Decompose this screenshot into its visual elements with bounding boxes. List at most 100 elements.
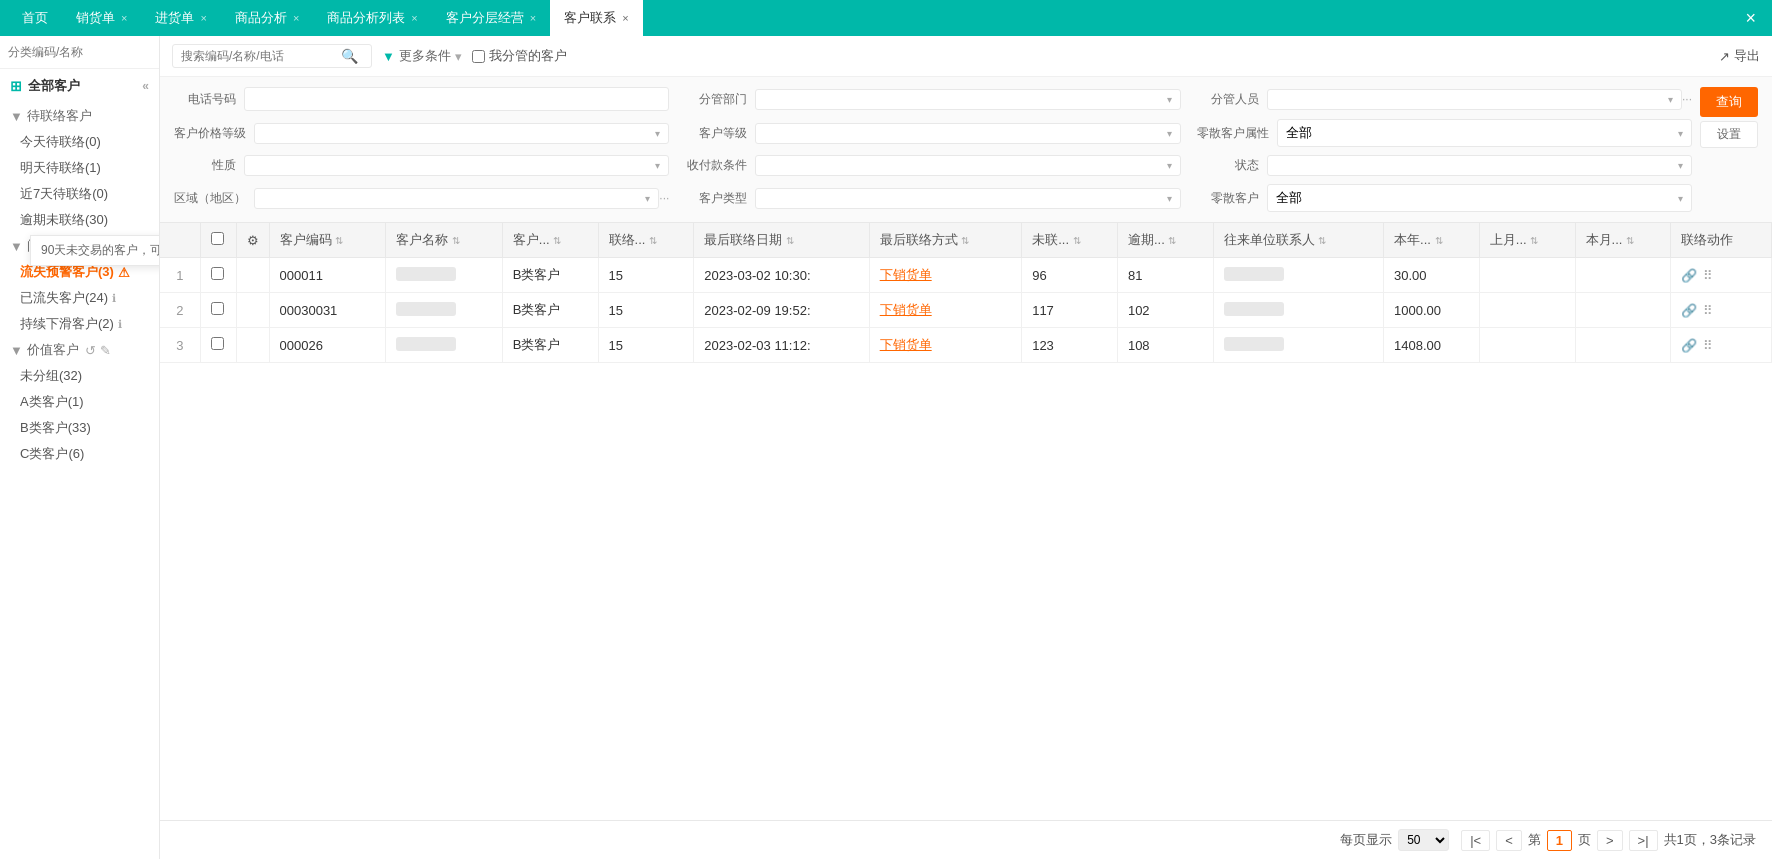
nav-item-analysis-list[interactable]: 商品分析列表 × (313, 0, 431, 36)
close-icon[interactable]: × (530, 12, 536, 24)
row-settings-2[interactable] (236, 293, 269, 328)
filter-price-select[interactable]: ▾ (254, 123, 669, 144)
action-more-icon[interactable]: ⠿ (1703, 268, 1713, 283)
first-page-button[interactable]: |< (1461, 830, 1490, 851)
query-button[interactable]: 查询 (1700, 87, 1758, 117)
action-more-icon[interactable]: ⠿ (1703, 338, 1713, 353)
action-contact-icon[interactable]: 🔗 (1681, 338, 1697, 353)
last-page-button[interactable]: >| (1629, 830, 1658, 851)
filter-more-icon[interactable]: ··· (1682, 92, 1692, 106)
action-contact-icon[interactable]: 🔗 (1681, 268, 1697, 283)
select-all-checkbox[interactable] (211, 232, 224, 245)
row-select-checkbox[interactable] (211, 302, 224, 315)
nav-item-customer-tier[interactable]: 客户分层经营 × (432, 0, 550, 36)
edit-icon[interactable]: ✎ (100, 343, 111, 358)
sidebar-item-a-class[interactable]: A类客户(1) (0, 389, 159, 415)
row-last-date-2: 2023-02-09 19:52: (694, 293, 869, 328)
row-overdue-3: 108 (1117, 328, 1213, 363)
row-this-year-3: 1408.00 (1384, 328, 1480, 363)
filter-customer-type: 客户类型 ▾ (685, 188, 1180, 209)
filter-panel: 电话号码 分管部门 ▾ 分管人员 (160, 77, 1772, 223)
nav-item-analysis[interactable]: 商品分析 × (221, 0, 313, 36)
refresh-icon[interactable]: ↺ (85, 343, 96, 358)
filter-region-more[interactable]: ··· (659, 191, 669, 205)
sort-icon: ⇅ (1073, 235, 1081, 246)
all-customers-header[interactable]: ⊞ 全部客户 « (0, 69, 159, 103)
table-row: 2 00030031 B类客户 15 2023-02-09 19:52: 下销货… (160, 293, 1772, 328)
row-name-3 (386, 328, 503, 363)
filter-payment-select[interactable]: ▾ (755, 155, 1180, 176)
row-last-method-3[interactable]: 下销货单 (869, 328, 1021, 363)
more-conditions-button[interactable]: ▼ 更多条件 ▾ (382, 47, 462, 65)
sidebar-item-7days[interactable]: 近7天待联络(0) (0, 181, 159, 207)
table-settings-icon[interactable]: ⚙ (247, 233, 259, 248)
filter-phone-input[interactable] (244, 87, 669, 111)
nav-home[interactable]: 首页 (8, 0, 62, 36)
next-page-button[interactable]: > (1597, 830, 1623, 851)
sort-icon: ⇅ (1530, 235, 1538, 246)
close-all-icon[interactable]: × (1737, 8, 1764, 29)
row-checkbox-1[interactable] (200, 258, 236, 293)
row-select-checkbox[interactable] (211, 267, 224, 280)
filter-type-select[interactable]: ▾ (755, 188, 1180, 209)
col-rownum (160, 223, 200, 258)
filter-status-select[interactable]: ▾ (1267, 155, 1692, 176)
my-customers-checkbox-label[interactable]: 我分管的客户 (472, 47, 567, 65)
filter-manager-select[interactable]: ▾ (1267, 89, 1682, 110)
row-settings-1[interactable] (236, 258, 269, 293)
close-icon[interactable]: × (200, 12, 206, 24)
nav-item-customer-contact[interactable]: 客户联系 × (550, 0, 642, 36)
sidebar-item-ungroup[interactable]: 未分组(32) (0, 363, 159, 389)
row-this-month-1 (1575, 258, 1671, 293)
sidebar-search-input[interactable] (8, 45, 158, 59)
close-icon[interactable]: × (411, 12, 417, 24)
sort-icon: ⇅ (452, 235, 460, 246)
sidebar-item-today[interactable]: 今天待联络(0) (0, 129, 159, 155)
nav-item-sales[interactable]: 销货单 × (62, 0, 141, 36)
filter-region-select[interactable]: ▾ (254, 188, 659, 209)
col-settings[interactable]: ⚙ (236, 223, 269, 258)
sidebar-item-declining[interactable]: 持续下滑客户(2) ℹ (0, 311, 159, 337)
row-select-checkbox[interactable] (211, 337, 224, 350)
row-action-3: 🔗 ⠿ (1671, 328, 1772, 363)
search-input[interactable] (181, 49, 341, 63)
sort-icon: ⇅ (553, 235, 561, 246)
filter-dept-select[interactable]: ▾ (755, 89, 1180, 110)
sidebar-group-problem[interactable]: ▼ 问题客户 90天未交易的客户，可能有流失风险。 (0, 233, 159, 259)
chevron-down-icon: ▾ (1678, 128, 1683, 139)
action-contact-icon[interactable]: 🔗 (1681, 303, 1697, 318)
sort-icon: ⇅ (1168, 235, 1176, 246)
filter-level-select[interactable]: ▾ (755, 123, 1180, 144)
filter-retail-select[interactable]: 全部 ▾ (1277, 119, 1692, 147)
filter-nature-select[interactable]: ▾ (244, 155, 669, 176)
row-checkbox-3[interactable] (200, 328, 236, 363)
row-last-method-2[interactable]: 下销货单 (869, 293, 1021, 328)
close-icon[interactable]: × (121, 12, 127, 24)
per-page-select[interactable]: 50 100 200 (1398, 829, 1449, 851)
sidebar-group-pending[interactable]: ▼ 待联络客户 (0, 103, 159, 129)
current-page: 1 (1547, 830, 1572, 851)
sidebar-group-value[interactable]: ▼ 价值客户 ↺ ✎ (0, 337, 159, 363)
sidebar-item-c-class[interactable]: C类客户(6) (0, 441, 159, 467)
my-customers-checkbox[interactable] (472, 50, 485, 63)
sidebar-item-b-class[interactable]: B类客户(33) (0, 415, 159, 441)
export-button[interactable]: ↗ 导出 (1719, 47, 1760, 65)
settings-button[interactable]: 设置 (1700, 121, 1758, 148)
close-icon[interactable]: × (293, 12, 299, 24)
table-area: ⚙ 客户编码 ⇅ 客户名称 ⇅ 客户... ⇅ (160, 223, 1772, 820)
nav-item-purchase[interactable]: 进货单 × (141, 0, 220, 36)
row-checkbox-2[interactable] (200, 293, 236, 328)
col-contact: 联络... ⇅ (598, 223, 694, 258)
row-action-1: 🔗 ⠿ (1671, 258, 1772, 293)
search-button[interactable]: 🔍 (341, 48, 358, 64)
filter-retail-customer-select[interactable]: 全部 ▾ (1267, 184, 1692, 212)
close-icon[interactable]: × (622, 12, 628, 24)
sidebar-item-tomorrow[interactable]: 明天待联络(1) (0, 155, 159, 181)
row-last-method-1[interactable]: 下销货单 (869, 258, 1021, 293)
filter-payment: 收付款条件 ▾ (685, 155, 1180, 176)
prev-page-button[interactable]: < (1496, 830, 1522, 851)
sidebar-item-overdue[interactable]: 逾期未联络(30) (0, 207, 159, 233)
row-settings-3[interactable] (236, 328, 269, 363)
action-more-icon[interactable]: ⠿ (1703, 303, 1713, 318)
sidebar-item-churned[interactable]: 已流失客户(24) ℹ (0, 285, 159, 311)
